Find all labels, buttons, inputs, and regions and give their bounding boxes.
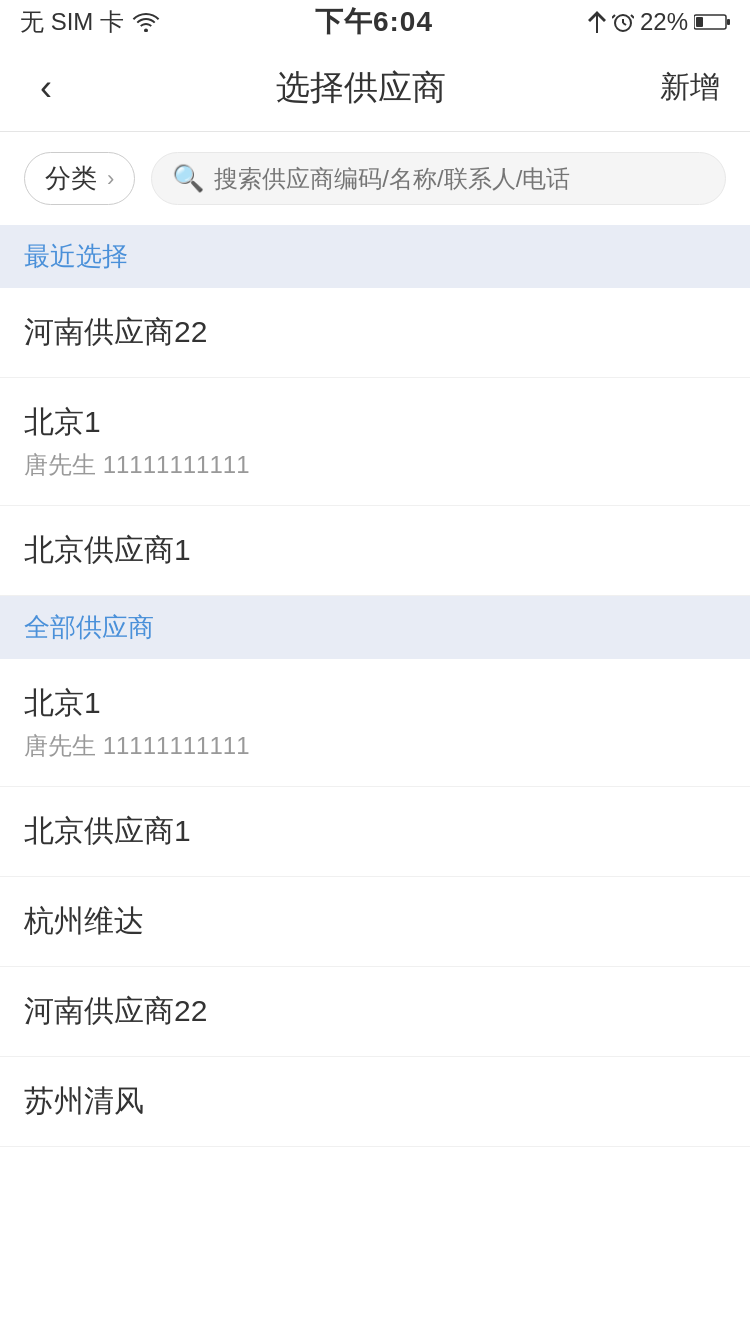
supplier-name: 北京供应商1 bbox=[24, 811, 726, 852]
battery-text: 22% bbox=[640, 8, 688, 36]
status-right: 22% bbox=[588, 8, 730, 36]
search-icon: 🔍 bbox=[172, 163, 204, 194]
list-item[interactable]: 北京供应商1 bbox=[0, 787, 750, 877]
supplier-name: 杭州维达 bbox=[24, 901, 726, 942]
chevron-right-icon: › bbox=[107, 166, 114, 192]
supplier-name: 北京1 bbox=[24, 683, 726, 724]
search-box[interactable]: 🔍 bbox=[151, 152, 726, 205]
status-bar: 无 SIM 卡 下午6:04 22% bbox=[0, 0, 750, 44]
list-item[interactable]: 杭州维达 bbox=[0, 877, 750, 967]
location-icon bbox=[588, 11, 606, 33]
supplier-sub: 唐先生 11111111111 bbox=[24, 449, 726, 481]
add-button[interactable]: 新增 bbox=[660, 67, 720, 108]
status-time: 下午6:04 bbox=[315, 3, 433, 41]
alarm-icon bbox=[612, 11, 634, 33]
nav-bar: ‹ 选择供应商 新增 bbox=[0, 44, 750, 132]
list-item[interactable]: 河南供应商22 bbox=[0, 967, 750, 1057]
no-sim-text: 无 SIM 卡 bbox=[20, 6, 124, 38]
list-item[interactable]: 北京供应商1 bbox=[0, 506, 750, 596]
recent-items-list: 河南供应商22 北京1 唐先生 11111111111 北京供应商1 bbox=[0, 288, 750, 596]
svg-rect-4 bbox=[727, 19, 730, 25]
supplier-name: 北京1 bbox=[24, 402, 726, 443]
filter-bar: 分类 › 🔍 bbox=[0, 132, 750, 225]
list-item[interactable]: 北京1 唐先生 11111111111 bbox=[0, 378, 750, 506]
svg-line-2 bbox=[623, 23, 626, 25]
nav-title: 选择供应商 bbox=[276, 65, 446, 111]
search-input[interactable] bbox=[214, 165, 705, 193]
recent-section-header: 最近选择 bbox=[0, 225, 750, 288]
supplier-name: 苏州清风 bbox=[24, 1081, 726, 1122]
back-button[interactable]: ‹ bbox=[30, 57, 62, 119]
supplier-sub: 唐先生 11111111111 bbox=[24, 730, 726, 762]
category-button[interactable]: 分类 › bbox=[24, 152, 135, 205]
supplier-name: 河南供应商22 bbox=[24, 312, 726, 353]
list-item[interactable]: 河南供应商22 bbox=[0, 288, 750, 378]
wifi-icon bbox=[132, 12, 160, 32]
all-items-list: 北京1 唐先生 11111111111 北京供应商1 杭州维达河南供应商22 苏州清风 bbox=[0, 659, 750, 1147]
all-section-label: 全部供应商 bbox=[24, 612, 154, 642]
battery-icon bbox=[694, 13, 730, 31]
supplier-name: 北京供应商1 bbox=[24, 530, 726, 571]
category-label: 分类 bbox=[45, 161, 97, 196]
status-left: 无 SIM 卡 bbox=[20, 6, 160, 38]
list-item[interactable]: 北京1 唐先生 11111111111 bbox=[0, 659, 750, 787]
list-item[interactable]: 苏州清风 bbox=[0, 1057, 750, 1147]
svg-rect-5 bbox=[696, 17, 703, 27]
all-section-header: 全部供应商 bbox=[0, 596, 750, 659]
recent-section-label: 最近选择 bbox=[24, 241, 128, 271]
supplier-name: 河南供应商22 bbox=[24, 991, 726, 1032]
